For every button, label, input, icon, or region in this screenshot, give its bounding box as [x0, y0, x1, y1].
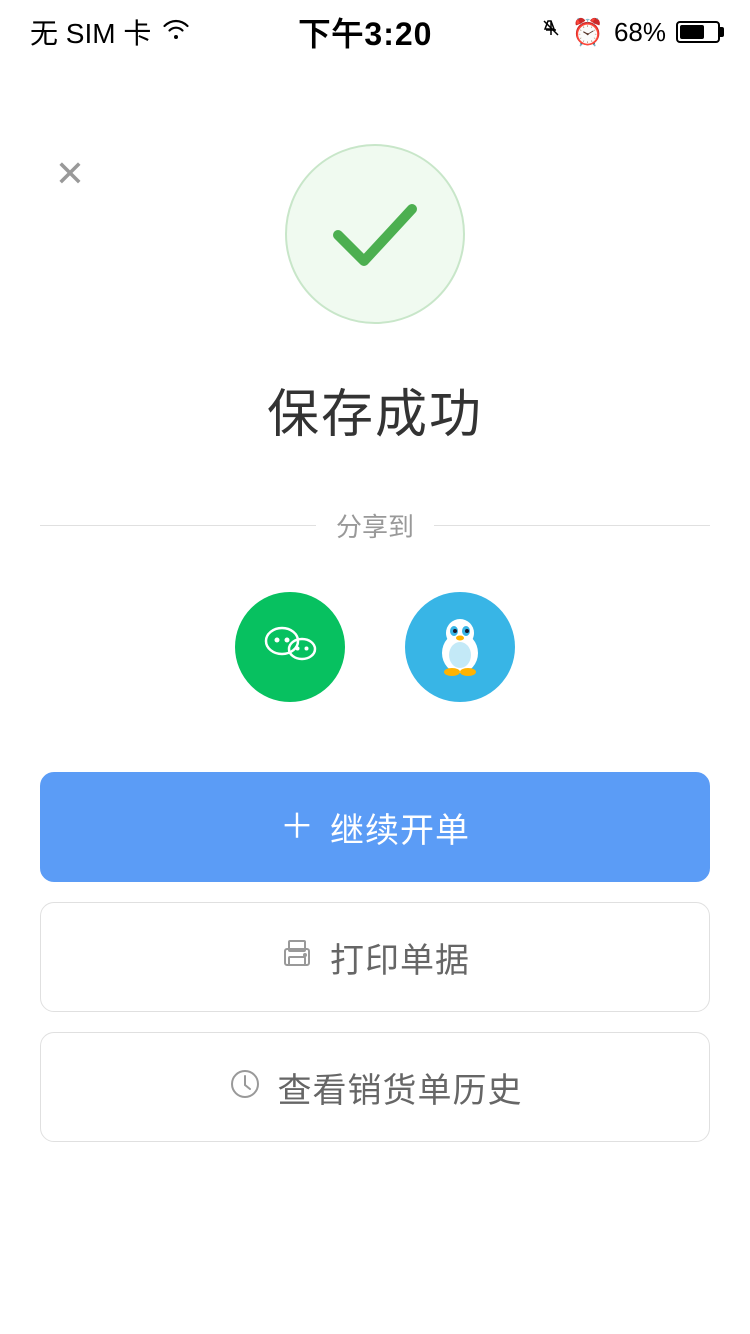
printer-icon [280, 937, 314, 977]
no-sim-label: 无 SIM 卡 [30, 12, 151, 52]
continue-order-label: 继续开单 [330, 803, 470, 852]
plus-icon: ＋ [280, 810, 314, 844]
share-label: 分享到 [336, 507, 414, 544]
print-label: 打印单据 [330, 933, 470, 982]
qq-icon [430, 615, 490, 680]
status-time: 下午3:20 [298, 9, 432, 55]
print-button[interactable]: 打印单据 [40, 902, 710, 1012]
alarm-icon: ⏰ [572, 17, 604, 48]
wechat-share-button[interactable] [235, 592, 345, 702]
divider-left [40, 525, 316, 526]
share-icons-row [235, 592, 515, 702]
location-icon [540, 17, 562, 48]
history-button[interactable]: 查看销货单历史 [40, 1032, 710, 1142]
success-icon-circle [285, 144, 465, 324]
wifi-icon [161, 17, 191, 48]
status-right: ⏰ 68% [540, 17, 720, 48]
wechat-icon [258, 619, 322, 675]
status-left: 无 SIM 卡 [30, 12, 191, 52]
qq-share-button[interactable] [405, 592, 515, 702]
success-title: 保存成功 [267, 372, 483, 447]
divider-right [434, 525, 710, 526]
history-label: 查看销货单历史 [278, 1063, 523, 1112]
battery-percent: 68% [614, 17, 666, 48]
continue-order-button[interactable]: ＋ 继续开单 [40, 772, 710, 882]
action-buttons: ＋ 继续开单 打印单据 查看销货单历史 [40, 772, 710, 1142]
battery-icon [676, 21, 720, 43]
status-bar: 无 SIM 卡 下午3:20 ⏰ 68% [0, 0, 750, 64]
share-section: 分享到 [40, 507, 710, 544]
clock-icon [228, 1067, 262, 1107]
main-content: 保存成功 分享到 [0, 64, 750, 1334]
checkmark-icon [330, 199, 420, 269]
